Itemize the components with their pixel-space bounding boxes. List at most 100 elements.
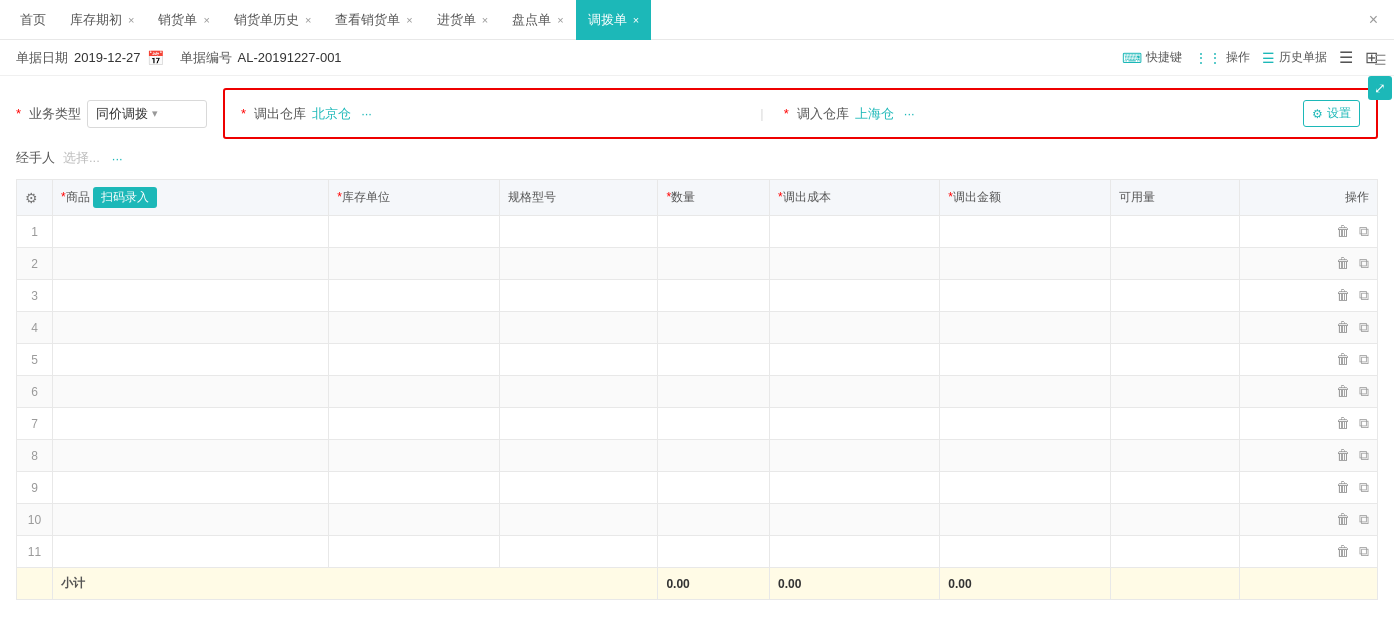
table-row: 9 🗑 ⧉ (17, 472, 1378, 504)
table-row: 5 🗑 ⧉ (17, 344, 1378, 376)
copy-btn[interactable]: ⧉ (1359, 415, 1369, 431)
warehouse-in-field: * 调入仓库 上海仓 ··· (784, 105, 1283, 123)
biz-type-select[interactable]: 同价调拨 ▾ (87, 100, 207, 128)
biz-type-field: * 业务类型 同价调拨 ▾ (16, 100, 207, 128)
tab-close-stocktake[interactable]: × (557, 14, 563, 26)
delete-btn[interactable]: 🗑 (1336, 447, 1350, 463)
th-gear[interactable]: ⚙ (17, 180, 53, 216)
delete-btn[interactable]: 🗑 (1336, 383, 1350, 399)
tab-close-purchase[interactable]: × (482, 14, 488, 26)
table-wrapper: ⚙ *商品 扫码录入 *库存单位 规格型号 *数量 *调出成本 *调出金额 可用… (16, 179, 1378, 600)
shortcut-action[interactable]: ⌨ 快捷键 (1122, 49, 1182, 66)
delete-btn[interactable]: 🗑 (1336, 543, 1350, 559)
wh-out-required: * (241, 106, 246, 121)
shortcut-icon: ⌨ (1122, 50, 1142, 66)
tab-close-transfer[interactable]: × (633, 14, 639, 26)
delete-btn[interactable]: 🗑 (1336, 415, 1350, 431)
table-row: 7 🗑 ⧉ (17, 408, 1378, 440)
doc-date-field: 单据日期 2019-12-27 📅 (16, 49, 164, 67)
table-row: 2 🗑 ⧉ (17, 248, 1378, 280)
copy-btn[interactable]: ⧉ (1359, 511, 1369, 527)
biz-type-chevron-icon: ▾ (152, 107, 158, 120)
copy-btn[interactable]: ⧉ (1359, 351, 1369, 367)
tab-sales-history[interactable]: 销货单历史 × (222, 0, 323, 40)
copy-btn[interactable]: ⧉ (1359, 543, 1369, 559)
operation-icon: ⋮⋮ (1194, 50, 1222, 66)
th-unit: *库存单位 (329, 180, 499, 216)
right-sidebar: ☰ ⤢ (1366, 40, 1394, 100)
row-num: 6 (17, 376, 53, 408)
tab-inventory-init[interactable]: 库存期初 × (58, 0, 146, 40)
copy-btn[interactable]: ⧉ (1359, 223, 1369, 239)
delete-btn[interactable]: 🗑 (1336, 479, 1350, 495)
th-spec: 规格型号 (499, 180, 658, 216)
table-row: 8 🗑 ⧉ (17, 440, 1378, 472)
table-row: 4 🗑 ⧉ (17, 312, 1378, 344)
row-num: 2 (17, 248, 53, 280)
copy-btn[interactable]: ⧉ (1359, 319, 1369, 335)
tab-purchase[interactable]: 进货单 × (425, 0, 500, 40)
person-row: 经手人 选择... ··· (16, 149, 1378, 167)
row-num: 3 (17, 280, 53, 312)
tab-close-inventory-init[interactable]: × (128, 14, 134, 26)
wh-in-dots[interactable]: ··· (904, 106, 915, 121)
calendar-icon[interactable]: 📅 (147, 50, 164, 66)
copy-btn[interactable]: ⧉ (1359, 255, 1369, 271)
tab-close-sales-order[interactable]: × (203, 14, 209, 26)
layout-icon: ☰ (1339, 48, 1353, 67)
table-row: 1 🗑 ⧉ (17, 216, 1378, 248)
transfer-table: ⚙ *商品 扫码录入 *库存单位 规格型号 *数量 *调出成本 *调出金额 可用… (16, 179, 1378, 600)
delete-btn[interactable]: 🗑 (1336, 223, 1350, 239)
row-num: 4 (17, 312, 53, 344)
th-amount: *调出金额 (940, 180, 1110, 216)
delete-btn[interactable]: 🗑 (1336, 511, 1350, 527)
tab-sales-order[interactable]: 销货单 × (146, 0, 221, 40)
wh-out-dots[interactable]: ··· (361, 106, 372, 121)
delete-btn[interactable]: 🗑 (1336, 287, 1350, 303)
tab-transfer[interactable]: 调拨单 × (576, 0, 651, 40)
table-header: ⚙ *商品 扫码录入 *库存单位 规格型号 *数量 *调出成本 *调出金额 可用… (17, 180, 1378, 216)
person-dots[interactable]: ··· (112, 151, 123, 166)
th-qty: *数量 (658, 180, 770, 216)
tab-close-view-sales[interactable]: × (406, 14, 412, 26)
settings-button[interactable]: ⚙ 设置 (1303, 100, 1360, 127)
doc-no-field: 单据编号 AL-20191227-001 (180, 49, 342, 67)
toolbar-right: ⌨ 快捷键 ⋮⋮ 操作 ☰ 历史单据 ☰ ⊞ (1122, 48, 1378, 67)
wh-divider: | (760, 106, 763, 121)
row-num: 7 (17, 408, 53, 440)
sidebar-list-icon[interactable]: ☰ (1368, 48, 1392, 72)
row-num: 5 (17, 344, 53, 376)
delete-btn[interactable]: 🗑 (1336, 255, 1350, 271)
table-row: 3 🗑 ⧉ (17, 280, 1378, 312)
scan-button[interactable]: 扫码录入 (93, 187, 157, 208)
row-num: 1 (17, 216, 53, 248)
row-num: 10 (17, 504, 53, 536)
history-action[interactable]: ☰ 历史单据 (1262, 49, 1327, 66)
window-close-button[interactable]: × (1361, 11, 1386, 29)
copy-btn[interactable]: ⧉ (1359, 479, 1369, 495)
row-num: 9 (17, 472, 53, 504)
tab-stocktake[interactable]: 盘点单 × (500, 0, 575, 40)
operation-action[interactable]: ⋮⋮ 操作 (1194, 49, 1250, 66)
row-num: 8 (17, 440, 53, 472)
toolbar: 单据日期 2019-12-27 📅 单据编号 AL-20191227-001 ⌨… (0, 40, 1394, 76)
content-area: * 业务类型 同价调拨 ▾ * 调出仓库 北京仓 ··· | * 调入仓库 上海… (0, 76, 1394, 612)
tab-close-sales-history[interactable]: × (305, 14, 311, 26)
person-select[interactable]: 选择... (63, 149, 100, 167)
warehouse-box: * 调出仓库 北京仓 ··· | * 调入仓库 上海仓 ··· ⚙ 设置 (223, 88, 1378, 139)
delete-btn[interactable]: 🗑 (1336, 351, 1350, 367)
biz-type-required: * (16, 106, 21, 121)
copy-btn[interactable]: ⧉ (1359, 287, 1369, 303)
summary-row: 小计 0.00 0.00 0.00 (17, 568, 1378, 600)
wh-in-required: * (784, 106, 789, 121)
copy-btn[interactable]: ⧉ (1359, 383, 1369, 399)
table-row: 11 🗑 ⧉ (17, 536, 1378, 568)
tab-view-sales[interactable]: 查看销货单 × (323, 0, 424, 40)
copy-btn[interactable]: ⧉ (1359, 447, 1369, 463)
layout-action[interactable]: ☰ (1339, 48, 1353, 67)
table-row: 6 🗑 ⧉ (17, 376, 1378, 408)
th-available: 可用量 (1110, 180, 1240, 216)
sidebar-expand-icon[interactable]: ⤢ (1368, 76, 1392, 100)
delete-btn[interactable]: 🗑 (1336, 319, 1350, 335)
tab-home[interactable]: 首页 (8, 0, 58, 40)
